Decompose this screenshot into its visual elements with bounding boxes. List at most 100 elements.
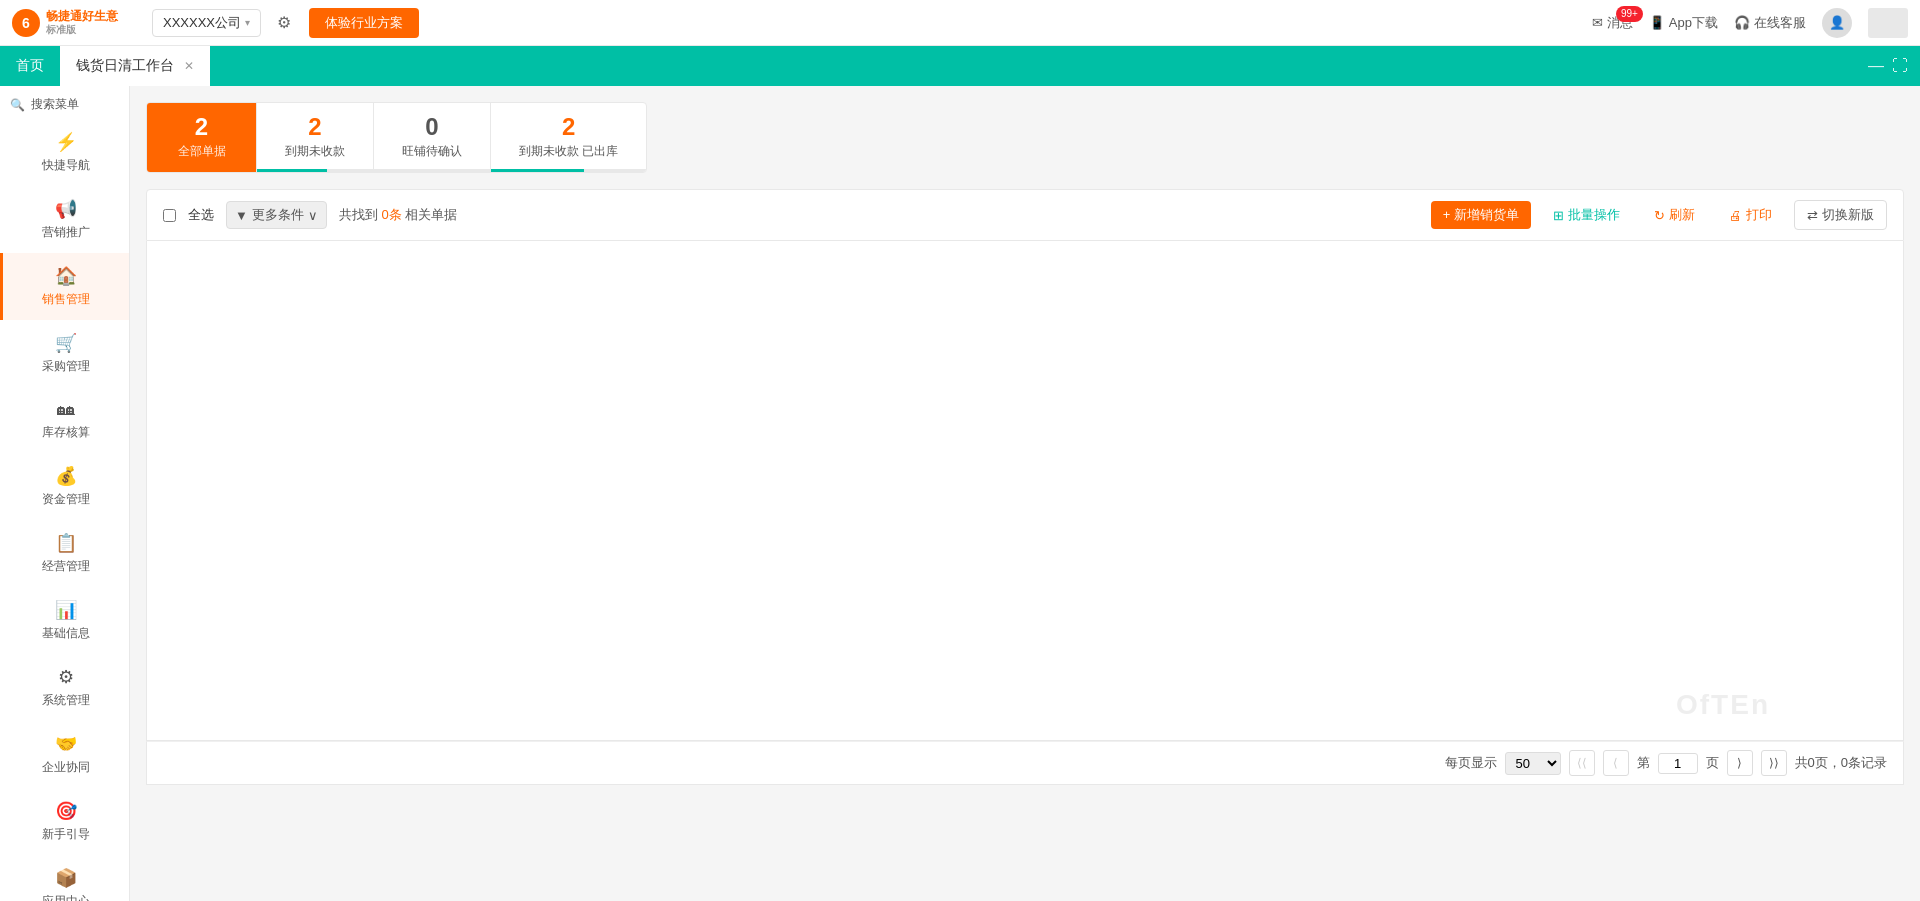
inventory-icon: 🏘 (57, 399, 75, 420)
switch-version-button[interactable]: ⇄ 切换新版 (1794, 200, 1887, 230)
guide-icon: 🎯 (55, 800, 77, 822)
next-page-button[interactable]: ⟩ (1727, 750, 1753, 776)
sidebar: 🔍 搜索菜单 ⚡ 快捷导航 📢 营销推广 🏠 销售管理 🛒 采购管理 🏘 库存核… (0, 86, 130, 901)
card-shipped-progress (491, 169, 646, 172)
sidebar-item-label: 采购管理 (42, 358, 90, 375)
select-all-checkbox[interactable] (163, 209, 176, 222)
card-overdue-progress (257, 169, 373, 172)
card-shipped[interactable]: 2 到期未收款 已出库 (491, 103, 646, 172)
message-button[interactable]: ✉ 消息 99+ (1592, 14, 1633, 32)
page-input[interactable]: 1 (1658, 753, 1698, 774)
logo-icon: 6 (12, 9, 40, 37)
card-overdue[interactable]: 2 到期未收款 (257, 103, 374, 172)
avatar[interactable]: 👤 (1822, 8, 1852, 38)
refresh-button[interactable]: ↻ 刷新 (1642, 201, 1707, 229)
sidebar-item-label: 资金管理 (42, 491, 90, 508)
add-order-button[interactable]: + 新增销货单 (1431, 201, 1531, 229)
app-download-label: App下载 (1669, 14, 1718, 32)
prev-page-button[interactable]: ⟨ (1603, 750, 1629, 776)
appstore-icon: 📦 (55, 867, 77, 889)
last-page-button[interactable]: ⟩⟩ (1761, 750, 1787, 776)
tab-work[interactable]: 钱货日清工作台 ✕ (60, 46, 210, 86)
first-page-button[interactable]: ⟨⟨ (1569, 750, 1595, 776)
refresh-icon: ↻ (1654, 208, 1665, 223)
sidebar-item-sales[interactable]: 🏠 销售管理 (0, 253, 129, 320)
logo-area: 6 畅捷通好生意 标准版 (12, 9, 142, 37)
window-minimize-icon[interactable]: — (1868, 57, 1884, 75)
sidebar-item-label: 基础信息 (42, 625, 90, 642)
trial-button[interactable]: 体验行业方案 (309, 8, 419, 38)
sidebar-item-label: 快捷导航 (42, 157, 90, 174)
cooperation-icon: 🤝 (55, 733, 77, 755)
logo-main-text: 畅捷通好生意 (46, 9, 118, 23)
company-select[interactable]: XXXXXX公司 ▾ (152, 9, 261, 37)
card-shipped-label: 到期未收款 已出库 (519, 143, 618, 160)
sidebar-item-inventory[interactable]: 🏘 库存核算 (0, 387, 129, 453)
batch-icon: ⊞ (1553, 208, 1564, 223)
sidebar-item-label: 销售管理 (42, 291, 90, 308)
nav-tabs: 首页 钱货日清工作台 ✕ — ⛶ (0, 46, 1920, 86)
system-icon: ⚙ (58, 666, 74, 688)
switch-icon: ⇄ (1807, 208, 1818, 223)
search-menu-item[interactable]: 🔍 搜索菜单 (0, 86, 129, 119)
card-overdue-label: 到期未收款 (285, 143, 345, 160)
filter-button[interactable]: ▼ 更多条件 ∨ (226, 201, 327, 229)
toolbar-left: 全选 ▼ 更多条件 ∨ 共找到 0条 相关单据 (163, 201, 1419, 229)
tab-home[interactable]: 首页 (0, 46, 60, 86)
total-info: 共0页，0条记录 (1795, 754, 1887, 772)
logo-sub-text: 标准版 (46, 24, 118, 36)
tab-close-icon[interactable]: ✕ (184, 59, 194, 73)
found-count: 0条 (382, 207, 402, 222)
window-maximize-icon[interactable]: ⛶ (1892, 57, 1908, 75)
sidebar-item-label: 经营管理 (42, 558, 90, 575)
select-all-label: 全选 (188, 206, 214, 224)
page-label: 第 (1637, 754, 1650, 772)
avatar-icon: 👤 (1829, 15, 1845, 30)
card-pending-count: 0 (425, 115, 438, 139)
main-content: 2 全部单据 2 到期未收款 0 旺铺待确认 2 到期未收款 已出库 (130, 86, 1920, 901)
purchase-icon: 🛒 (55, 332, 77, 354)
sidebar-item-finance[interactable]: 💰 资金管理 (0, 453, 129, 520)
header-right: ✉ 消息 99+ 📱 App下载 🎧 在线客服 👤 (1592, 8, 1908, 38)
message-badge: 99+ (1616, 6, 1643, 22)
print-button[interactable]: 🖨 打印 (1717, 201, 1784, 229)
sidebar-item-business[interactable]: 📋 经营管理 (0, 520, 129, 587)
card-shipped-count: 2 (562, 115, 575, 139)
app-download-button[interactable]: 📱 App下载 (1649, 14, 1718, 32)
summary-cards: 2 全部单据 2 到期未收款 0 旺铺待确认 2 到期未收款 已出库 (146, 102, 647, 173)
chevron-down-icon: ▾ (245, 17, 250, 28)
search-menu-label: 搜索菜单 (31, 96, 79, 113)
card-all[interactable]: 2 全部单据 (147, 103, 257, 172)
page-size-select[interactable]: 50 20 100 (1505, 752, 1561, 775)
page-size-label: 每页显示 (1445, 754, 1497, 772)
card-overdue-count: 2 (308, 115, 321, 139)
online-service-button[interactable]: 🎧 在线客服 (1734, 14, 1806, 32)
sidebar-item-guide[interactable]: 🎯 新手引导 (0, 788, 129, 855)
download-icon: 📱 (1649, 15, 1665, 30)
pagination-bar: 每页显示 50 20 100 ⟨⟨ ⟨ 第 1 页 ⟩ ⟩⟩ 共0页，0条记录 (146, 741, 1904, 785)
batch-button[interactable]: ⊞ 批量操作 (1541, 201, 1632, 229)
finance-icon: 💰 (55, 465, 77, 487)
sidebar-item-basic[interactable]: 📊 基础信息 (0, 587, 129, 654)
sidebar-item-purchase[interactable]: 🛒 采购管理 (0, 320, 129, 387)
sidebar-item-quick-nav[interactable]: ⚡ 快捷导航 (0, 119, 129, 186)
sidebar-item-system[interactable]: ⚙ 系统管理 (0, 654, 129, 721)
company-name: XXXXXX公司 (163, 14, 241, 32)
settings-button[interactable]: ⚙ (269, 8, 299, 38)
page-label-end: 页 (1706, 754, 1719, 772)
user-name-area (1868, 8, 1908, 38)
sidebar-item-appstore[interactable]: 📦 应用中心 (0, 855, 129, 901)
sidebar-item-cooperation[interactable]: 🤝 企业协同 (0, 721, 129, 788)
sidebar-item-marketing[interactable]: 📢 营销推广 (0, 186, 129, 253)
card-pending[interactable]: 0 旺铺待确认 (374, 103, 491, 172)
toolbar-right: + 新增销货单 ⊞ 批量操作 ↻ 刷新 🖨 打印 ⇄ 切换新版 (1431, 200, 1887, 230)
quick-nav-icon: ⚡ (55, 131, 77, 153)
table-area (146, 241, 1904, 741)
message-icon: ✉ (1592, 15, 1603, 30)
service-icon: 🎧 (1734, 15, 1750, 30)
filter-icon: ▼ (235, 208, 248, 223)
sidebar-item-label: 应用中心 (42, 893, 90, 901)
online-service-label: 在线客服 (1754, 14, 1806, 32)
marketing-icon: 📢 (55, 198, 77, 220)
sales-icon: 🏠 (55, 265, 77, 287)
